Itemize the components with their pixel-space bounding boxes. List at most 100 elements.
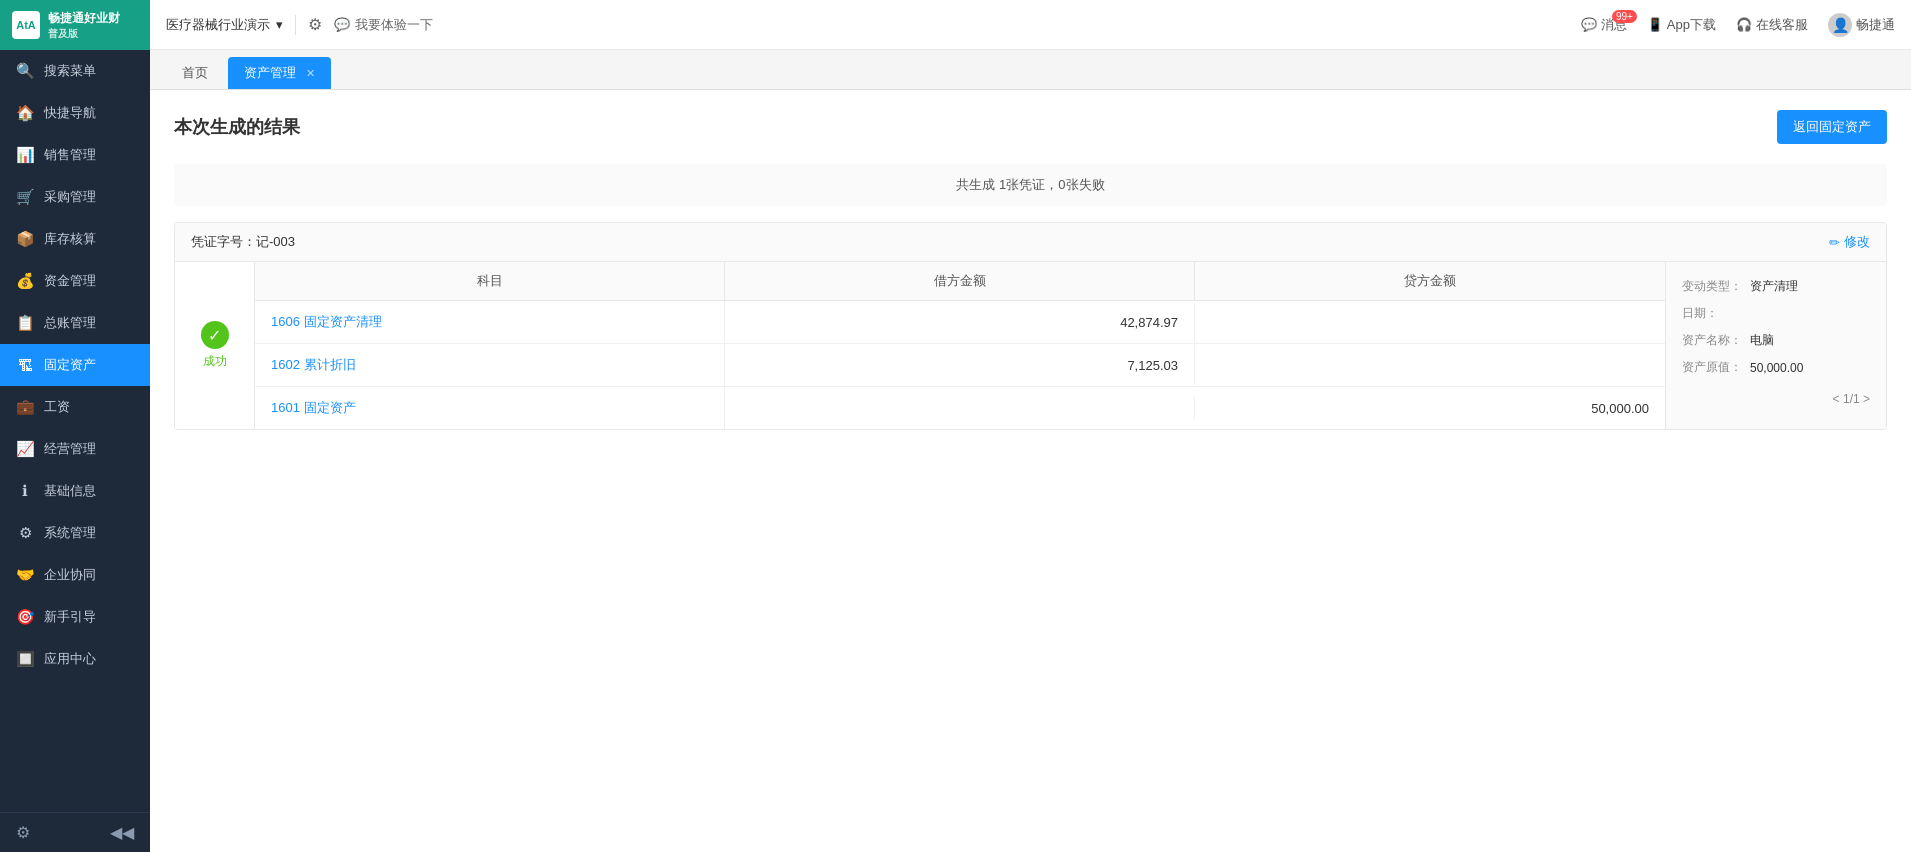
sidebar-item-operations[interactable]: 📈 经营管理 [0, 428, 150, 470]
experience-button[interactable]: 💬 我要体验一下 [334, 16, 433, 34]
app-name: 畅捷通好业财 [48, 10, 120, 27]
ledger-icon: 📋 [16, 314, 34, 332]
page-header: 本次生成的结果 返回固定资产 [174, 110, 1887, 144]
box-icon: 📦 [16, 230, 34, 248]
payroll-icon: 💼 [16, 398, 34, 416]
app-download-label: App下载 [1667, 16, 1716, 34]
date-label: 日期： [1682, 305, 1718, 322]
system-icon: ⚙ [16, 524, 34, 542]
page-info: 1/1 [1843, 392, 1863, 406]
tab-home[interactable]: 首页 [166, 57, 224, 89]
operations-icon: 📈 [16, 440, 34, 458]
account-3[interactable]: 1601 固定资产 [255, 387, 725, 429]
settings-footer-icon[interactable]: ⚙ [16, 823, 30, 842]
asset-value-label: 资产原值： [1682, 359, 1742, 376]
col-debit: 借方金额 [725, 262, 1195, 300]
experience-icon: 💬 [334, 17, 350, 32]
sidebar-header: AtA 畅捷通好业财 普及版 [0, 0, 150, 50]
side-info-panel: 变动类型： 资产清理 日期： 资产名称： 电脑 资产原值： 50,000.00 [1666, 262, 1886, 429]
guide-icon: 🎯 [16, 608, 34, 626]
credit-3: 50,000.00 [1195, 389, 1665, 428]
sidebar-scroll: 🔍 搜索菜单 🏠 快捷导航 📊 销售管理 🛒 采购管理 📦 库存核算 💰 资金管… [0, 50, 150, 812]
messages-button[interactable]: 💬 消息 99+ [1581, 16, 1627, 34]
sidebar-item-fixed-assets[interactable]: 🏗 固定资产 [0, 344, 150, 386]
sidebar-item-basic-info[interactable]: ℹ 基础信息 [0, 470, 150, 512]
dropdown-icon: ▾ [276, 17, 283, 32]
fixed-assets-icon: 🏗 [16, 357, 34, 374]
download-icon: 📱 [1647, 17, 1663, 32]
table-row: 1602 累计折旧 7,125.03 [255, 344, 1665, 387]
service-icon: 🎧 [1736, 17, 1752, 32]
company-selector[interactable]: 医疗器械行业演示 ▾ [166, 16, 283, 34]
account-2[interactable]: 1602 累计折旧 [255, 344, 725, 386]
sidebar-item-search[interactable]: 🔍 搜索菜单 [0, 50, 150, 92]
tab-close-icon[interactable]: ✕ [306, 67, 315, 79]
apps-icon: 🔲 [16, 650, 34, 668]
asset-name-label: 资产名称： [1682, 332, 1742, 349]
next-page-button[interactable]: > [1863, 392, 1870, 406]
user-name: 畅捷通 [1856, 16, 1895, 34]
topbar-settings-icon[interactable]: ⚙ [308, 15, 322, 34]
enterprise-icon: 🤝 [16, 566, 34, 584]
voucher-card: 凭证字号：记-003 ✏ 修改 ✓ 成功 科目 借方金额 贷方金额 [174, 222, 1887, 430]
app-download-button[interactable]: 📱 App下载 [1647, 16, 1716, 34]
debit-3 [725, 396, 1195, 420]
debit-2: 7,125.03 [725, 346, 1195, 385]
collapse-icon[interactable]: ◀◀ [110, 823, 134, 842]
table-row: 1606 固定资产清理 42,874.97 [255, 301, 1665, 344]
app-edition: 普及版 [48, 27, 120, 41]
credit-2 [1195, 353, 1665, 377]
result-summary: 共生成 1张凭证，0张失败 [174, 164, 1887, 206]
change-type-label: 变动类型： [1682, 278, 1742, 295]
sidebar-footer: ⚙ ◀◀ [0, 812, 150, 852]
account-1[interactable]: 1606 固定资产清理 [255, 301, 725, 343]
search-icon: 🔍 [16, 62, 34, 80]
online-service-button[interactable]: 🎧 在线客服 [1736, 16, 1808, 34]
avatar: 👤 [1828, 13, 1852, 37]
company-name: 医疗器械行业演示 [166, 16, 270, 34]
sidebar-item-inventory[interactable]: 📦 库存核算 [0, 218, 150, 260]
debit-1: 42,874.97 [725, 303, 1195, 342]
sidebar-item-sales[interactable]: 📊 销售管理 [0, 134, 150, 176]
money-icon: 💰 [16, 272, 34, 290]
asset-name-row: 资产名称： 电脑 [1682, 332, 1870, 349]
voucher-table: 科目 借方金额 贷方金额 1606 固定资产清理 42,874.97 1602 … [255, 262, 1666, 429]
topbar: 医疗器械行业演示 ▾ ⚙ 💬 我要体验一下 💬 消息 99+ 📱 App下载 🎧… [150, 0, 1911, 50]
credit-1 [1195, 310, 1665, 334]
sidebar-item-apps[interactable]: 🔲 应用中心 [0, 638, 150, 680]
col-account: 科目 [255, 262, 725, 300]
experience-label: 我要体验一下 [355, 16, 433, 34]
chart-icon: 📊 [16, 146, 34, 164]
edit-icon: ✏ [1829, 235, 1840, 250]
online-service-label: 在线客服 [1756, 16, 1808, 34]
sidebar-item-enterprise[interactable]: 🤝 企业协同 [0, 554, 150, 596]
table-row: 1601 固定资产 50,000.00 [255, 387, 1665, 429]
asset-name-value: 电脑 [1750, 332, 1774, 349]
voucher-header: 凭证字号：记-003 ✏ 修改 [175, 223, 1886, 262]
sidebar-item-payroll[interactable]: 💼 工资 [0, 386, 150, 428]
info-icon: ℹ [16, 482, 34, 500]
messages-badge: 99+ [1612, 10, 1637, 23]
success-indicator: ✓ 成功 [175, 262, 255, 429]
prev-page-button[interactable]: < [1833, 392, 1840, 406]
change-type-row: 变动类型： 资产清理 [1682, 278, 1870, 295]
voucher-body: ✓ 成功 科目 借方金额 贷方金额 1606 固定资产清理 42,874.97 [175, 262, 1886, 429]
user-button[interactable]: 👤 畅捷通 [1828, 13, 1895, 37]
sidebar-item-purchase[interactable]: 🛒 采购管理 [0, 176, 150, 218]
date-row: 日期： [1682, 305, 1870, 322]
tab-assets-management[interactable]: 资产管理 ✕ [228, 57, 331, 89]
edit-button[interactable]: ✏ 修改 [1829, 233, 1870, 251]
sidebar-item-guide[interactable]: 🎯 新手引导 [0, 596, 150, 638]
sidebar-item-funds[interactable]: 💰 资金管理 [0, 260, 150, 302]
content-area: 本次生成的结果 返回固定资产 共生成 1张凭证，0张失败 凭证字号：记-003 … [150, 90, 1911, 852]
success-text: 成功 [203, 353, 227, 370]
topbar-divider [295, 15, 296, 35]
main-area: 医疗器械行业演示 ▾ ⚙ 💬 我要体验一下 💬 消息 99+ 📱 App下载 🎧… [150, 0, 1911, 852]
sidebar-item-ledger[interactable]: 📋 总账管理 [0, 302, 150, 344]
topbar-right: 💬 消息 99+ 📱 App下载 🎧 在线客服 👤 畅捷通 [1581, 13, 1895, 37]
side-info-pagination: < 1/1 > [1682, 392, 1870, 406]
sidebar-item-quicknav[interactable]: 🏠 快捷导航 [0, 92, 150, 134]
return-button[interactable]: 返回固定资产 [1777, 110, 1887, 144]
sidebar-item-system[interactable]: ⚙ 系统管理 [0, 512, 150, 554]
page-title: 本次生成的结果 [174, 115, 300, 139]
